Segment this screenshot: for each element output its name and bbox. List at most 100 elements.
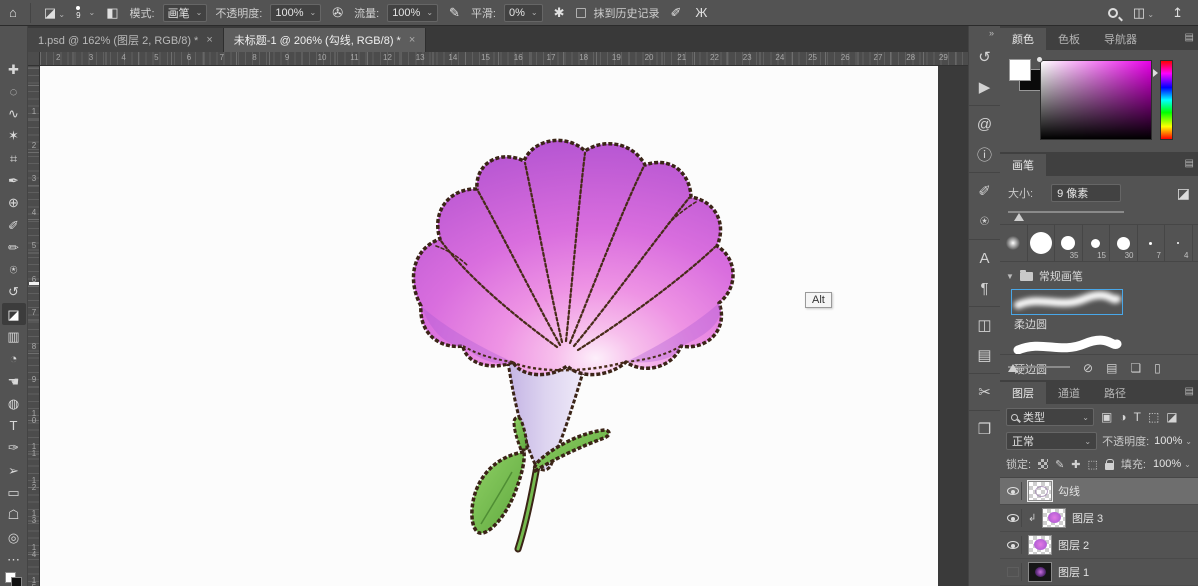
layer-row-3[interactable]: ↲ 图层 3 — [1000, 505, 1198, 532]
stroke-preview-toggle-icon[interactable]: ⊘ — [1083, 361, 1093, 375]
history-panel-icon[interactable]: ↺ — [972, 42, 998, 72]
fill-select[interactable]: 100% ⌄ — [1153, 458, 1191, 470]
lock-all-icon[interactable] — [1105, 463, 1114, 470]
visibility-toggle[interactable] — [1004, 509, 1022, 527]
pressure-opacity-icon[interactable]: ✇ — [329, 6, 346, 19]
pen-tool[interactable]: ✑ — [2, 437, 26, 459]
blend-mode-select[interactable]: 正常 ⌄ — [1006, 432, 1097, 450]
delete-brush-icon[interactable]: ▯ — [1154, 361, 1161, 375]
document-tab-2[interactable]: 未标题-1 @ 206% (勾线, RGB/8) * × — [224, 28, 426, 52]
share-icon[interactable]: ↥ — [1169, 6, 1186, 19]
close-icon[interactable]: × — [206, 34, 212, 46]
brush-preset-large[interactable] — [1028, 225, 1056, 261]
pressure-size-icon[interactable]: ✐ — [668, 6, 685, 19]
layer-row-outline[interactable]: 勾线 — [1000, 478, 1198, 505]
opacity-select[interactable]: 100%⌄ — [270, 4, 321, 22]
gear-icon[interactable]: ✱ — [551, 6, 568, 19]
tab-swatches[interactable]: 色板 — [1046, 28, 1092, 50]
ruler-corner[interactable] — [28, 52, 40, 66]
document-tab-1[interactable]: 1.psd @ 162% (图层 2, RGB/8) * × — [28, 28, 224, 52]
edit-toolbar[interactable]: ⋯ — [2, 548, 26, 570]
tab-color[interactable]: 颜色 — [1000, 28, 1046, 50]
tab-navigator[interactable]: 导航器 — [1092, 28, 1149, 50]
slider-thumb[interactable] — [1014, 213, 1024, 221]
tab-layers[interactable]: 图层 — [1000, 382, 1046, 404]
visibility-toggle[interactable] — [1004, 482, 1022, 500]
layer-thumbnail[interactable] — [1028, 535, 1052, 555]
clone-stamp-tool[interactable]: ⍟ — [2, 259, 26, 281]
filter-shape-layers-icon[interactable]: ⬚ — [1148, 410, 1159, 424]
pencil-tool[interactable]: ✏ — [2, 236, 26, 258]
hue-slider[interactable] — [1160, 60, 1173, 140]
version-history-panel-icon[interactable]: ❒ — [972, 414, 998, 444]
brush-size-slider[interactable] — [1008, 206, 1190, 222]
airbrush-icon[interactable]: ✎ — [446, 6, 463, 19]
brush-size-input[interactable]: 9 像素 — [1051, 184, 1121, 202]
properties-panel-icon[interactable]: ◫ — [972, 310, 998, 340]
toggle-brush-panel-icon[interactable]: ◧ — [103, 6, 121, 19]
tab-channels[interactable]: 通道 — [1046, 382, 1092, 404]
mode-select[interactable]: 画笔⌄ — [163, 4, 208, 22]
new-brush-icon[interactable]: ❏ — [1130, 361, 1141, 375]
slider-thumb[interactable] — [1008, 364, 1018, 372]
filter-pixel-layers-icon[interactable]: ▣ — [1101, 410, 1112, 424]
lock-transparent-pixels-icon[interactable] — [1038, 459, 1048, 469]
actions-panel-icon[interactable]: ▶ — [972, 72, 998, 102]
panel-menu-icon[interactable]: ▤ — [1185, 158, 1194, 169]
marquee-tool[interactable]: ◌ — [2, 80, 26, 102]
symmetry-butterfly-icon[interactable]: Ж — [692, 6, 710, 19]
eyedropper-tool[interactable]: ✒ — [2, 169, 26, 191]
brush-preset-30[interactable]: 30 — [1110, 225, 1138, 261]
panel-menu-icon[interactable]: ▤ — [1185, 32, 1194, 43]
clone-source-panel-icon[interactable]: ⍟ — [972, 206, 998, 236]
document-canvas[interactable]: Alt — [40, 66, 938, 586]
lock-position-icon[interactable]: ✚ — [1071, 458, 1080, 471]
gradient-tool[interactable]: ▥ — [2, 325, 26, 347]
smudge-tool[interactable]: ☚ — [2, 370, 26, 392]
close-icon[interactable]: × — [409, 34, 415, 46]
layer-filter-select[interactable]: 类型 ⌄ — [1006, 408, 1094, 426]
foreground-color-swatch-panel[interactable] — [1009, 59, 1031, 81]
brush-settings-panel-icon[interactable]: ✐ — [972, 176, 998, 206]
healing-brush-tool[interactable]: ⊕ — [2, 192, 26, 214]
smoothing-select[interactable]: 0%⌄ — [504, 4, 543, 22]
brush-tool[interactable]: ✐ — [2, 214, 26, 236]
eraser-tool[interactable]: ◪ — [2, 303, 26, 325]
layer-thumbnail[interactable] — [1028, 481, 1052, 501]
panel-menu-icon[interactable]: ▤ — [1185, 386, 1194, 397]
collapse-panels-icon[interactable]: » — [989, 26, 1000, 42]
brush-item-soft-round[interactable]: 柔边圆 — [1000, 288, 1198, 333]
brush-footer-slider[interactable] — [1008, 363, 1070, 373]
magic-wand-tool[interactable]: ✶ — [2, 125, 26, 147]
filter-smart-objects-icon[interactable]: ◪ — [1166, 410, 1177, 424]
brush-preset-soft[interactable] — [1000, 225, 1028, 261]
horizontal-ruler[interactable]: 2345678910111213141516171819202122232425… — [40, 52, 968, 66]
workspace-icon[interactable]: ◫ ⌄ — [1130, 6, 1157, 19]
lock-artboard-icon[interactable]: ⬚ — [1088, 458, 1098, 471]
paragraph-panel-icon[interactable]: ¶ — [972, 273, 998, 303]
info-panel-icon[interactable]: ⓘ — [972, 139, 998, 169]
visibility-toggle[interactable] — [1004, 536, 1022, 554]
chevron-down-icon[interactable]: ⌄ — [89, 8, 96, 17]
libraries-panel-icon[interactable]: @ — [972, 109, 998, 139]
history-brush-tool[interactable]: ↺ — [2, 281, 26, 303]
eraser-tool-preset-icon[interactable]: ◪ ⌄ — [41, 6, 68, 19]
zoom-tool[interactable]: ◎ — [2, 526, 26, 548]
lasso-tool[interactable]: ∿ — [2, 103, 26, 125]
filter-adjustment-layers-icon[interactable]: ◑ — [1119, 410, 1126, 424]
foreground-background-swatches[interactable] — [5, 572, 23, 586]
tool-presets-panel-icon[interactable]: ✂ — [972, 377, 998, 407]
search-icon[interactable] — [1108, 8, 1118, 18]
background-color-swatch[interactable] — [11, 577, 22, 586]
saturation-brightness-picker[interactable] — [1040, 60, 1152, 140]
brush-preset-7[interactable]: 7 — [1138, 225, 1166, 261]
brush-settings-icon[interactable]: ◪ — [1177, 185, 1190, 202]
filter-type-layers-icon[interactable]: T — [1134, 410, 1141, 424]
lock-image-pixels-icon[interactable]: ✎ — [1055, 458, 1064, 471]
layer-row-1[interactable]: 图层 1 — [1000, 559, 1198, 586]
move-tool[interactable]: ✚ — [2, 58, 26, 80]
type-tool[interactable]: T — [2, 415, 26, 437]
flow-select[interactable]: 100%⌄ — [387, 4, 438, 22]
brush-folder-general[interactable]: ▼ 常规画笔 — [1000, 262, 1198, 288]
character-panel-icon[interactable]: A — [972, 243, 998, 273]
